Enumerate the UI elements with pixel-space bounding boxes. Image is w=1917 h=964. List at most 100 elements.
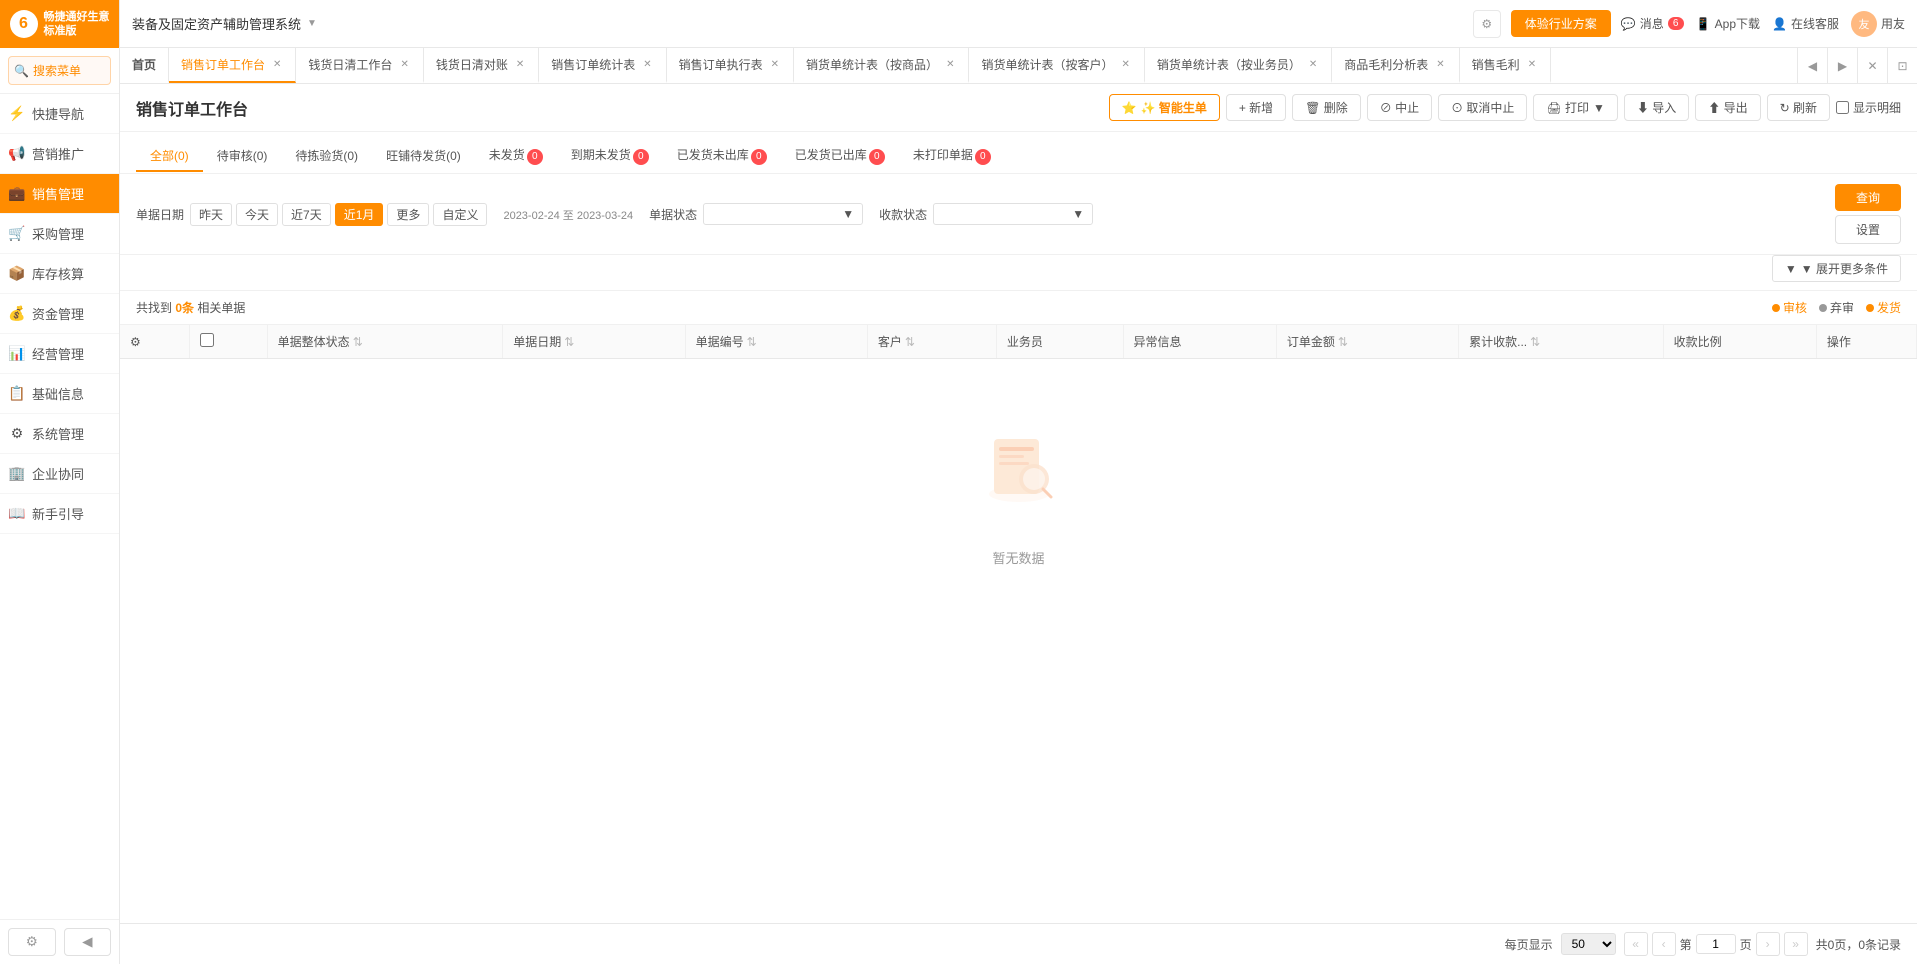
th-number[interactable]: 单据编号⇅	[685, 325, 867, 359]
tab-sales-exec[interactable]: 销售订单执行表✕	[667, 48, 794, 83]
expand-button[interactable]: ▼ ▼ 展开更多条件	[1772, 255, 1901, 282]
tab-close-product-margin[interactable]: ✕	[1434, 58, 1446, 71]
filter-tab-not-shipped[interactable]: 未发货0	[475, 140, 557, 173]
last-page-button[interactable]: »	[1784, 932, 1808, 956]
tab-sales-order[interactable]: 销售订单工作台✕	[169, 48, 296, 83]
filter-tab-all[interactable]: 全部(0)	[136, 141, 203, 172]
column-settings-icon[interactable]: ⚙	[130, 335, 141, 349]
cancel-stop-button[interactable]: ⊙ 取消中止	[1438, 94, 1527, 121]
tab-maximize[interactable]: ⊡	[1887, 48, 1917, 83]
show-detail-label[interactable]: 显示明细	[1836, 99, 1901, 116]
sidebar-item-marketing[interactable]: 📢营销推广	[0, 134, 119, 174]
setting-button[interactable]: 设置	[1835, 215, 1901, 244]
tab-sales-stat-customer[interactable]: 销货单统计表（按客户）✕	[969, 48, 1144, 83]
tab-close-cash-daily[interactable]: ✕	[398, 58, 410, 71]
th-amount[interactable]: 订单金额⇅	[1276, 325, 1458, 359]
add-button[interactable]: + 新增	[1226, 94, 1286, 121]
tab-close-sales-stat-customer[interactable]: ✕	[1119, 58, 1131, 71]
sidebar-item-system[interactable]: ⚙系统管理	[0, 414, 119, 454]
page-size-select[interactable]: 10 20 50 100	[1561, 933, 1616, 955]
sidebar-item-finance[interactable]: 💰资金管理	[0, 294, 119, 334]
tab-cash-check[interactable]: 钱货日清对账✕	[424, 48, 539, 83]
query-button[interactable]: 查询	[1835, 184, 1901, 211]
sidebar-item-purchase[interactable]: 🛒采购管理	[0, 214, 119, 254]
tab-sales-more[interactable]: 销售毛利✕	[1460, 48, 1551, 83]
sidebar-item-inventory[interactable]: 📦库存核算	[0, 254, 119, 294]
th-status[interactable]: 单据整体状态⇅	[267, 325, 503, 359]
tab-sales-stat-product[interactable]: 销货单统计表（按商品）✕	[794, 48, 969, 83]
online-service-button[interactable]: 👤 在线客服	[1772, 15, 1839, 32]
print-button[interactable]: 🖨 打印 ▼	[1533, 94, 1617, 121]
tab-close-sales-order[interactable]: ✕	[271, 58, 283, 71]
filter-tab-pending[interactable]: 待审核(0)	[203, 141, 282, 172]
user-avatar[interactable]: 友 用友	[1851, 11, 1905, 37]
date-btn-更多[interactable]: 更多	[387, 203, 429, 226]
tab-close-all[interactable]: ✕	[1857, 48, 1887, 83]
sort-icon-amount: ⇅	[1338, 335, 1348, 349]
sidebar-item-enterprise[interactable]: 🏢企业协同	[0, 454, 119, 494]
status-select[interactable]: ▼	[703, 203, 863, 225]
smart-order-button[interactable]: ⭐ ✨ 智能生单	[1109, 94, 1220, 121]
date-btn-昨天[interactable]: 昨天	[190, 203, 232, 226]
settings-bottom-button[interactable]: ⚙	[8, 928, 56, 956]
tab-scroll-right[interactable]: ▶	[1827, 48, 1857, 83]
filter-tab-expired-not-shipped[interactable]: 到期未发货0	[557, 140, 663, 173]
tab-close-sales-exec[interactable]: ✕	[769, 58, 781, 71]
stop-button[interactable]: ⊘ 中止	[1367, 94, 1432, 121]
sidebar-item-guide[interactable]: 📖新手引导	[0, 494, 119, 534]
export-button[interactable]: ⬆ 导出	[1695, 94, 1760, 121]
logo-text: 畅捷通好生意 标准版	[44, 10, 110, 39]
filter-tab-not-printed[interactable]: 未打印单据0	[899, 140, 1005, 173]
app-download-button[interactable]: 📱 App下载	[1696, 15, 1760, 32]
th-date[interactable]: 单据日期⇅	[503, 325, 685, 359]
show-detail-checkbox[interactable]	[1836, 101, 1849, 114]
th-collected[interactable]: 累计收款...⇅	[1459, 325, 1664, 359]
date-btn-近1月[interactable]: 近1月	[335, 203, 384, 226]
th-customer[interactable]: 客户⇅	[867, 325, 996, 359]
date-btn-近7天[interactable]: 近7天	[282, 203, 331, 226]
filter-tab-shipped-out[interactable]: 已发货已出库0	[781, 140, 899, 173]
sidebar-item-quick-nav[interactable]: ⚡快捷导航	[0, 94, 119, 134]
approve-action[interactable]: 审核	[1772, 299, 1807, 316]
date-btn-自定义[interactable]: 自定义	[433, 203, 487, 226]
tab-scroll-left[interactable]: ◀	[1797, 48, 1827, 83]
nav-icon-purchase: 🛒	[8, 225, 26, 243]
import-button[interactable]: ⬇ 导入	[1624, 94, 1689, 121]
collapse-button[interactable]: ◀	[64, 928, 112, 956]
filter-tab-label-shipped-out: 已发货已出库	[795, 148, 867, 162]
next-page-button[interactable]: ›	[1756, 932, 1780, 956]
sidebar-item-sales[interactable]: 💼销售管理	[0, 174, 119, 214]
th-checkbox[interactable]	[189, 325, 267, 359]
solution-button[interactable]: 体验行业方案	[1511, 10, 1611, 37]
tab-close-sales-stat[interactable]: ✕	[641, 58, 653, 71]
filter-tab-pending-check[interactable]: 待拣验货(0)	[281, 141, 372, 172]
expand-row: ▼ ▼ 展开更多条件	[120, 255, 1917, 291]
refresh-button[interactable]: ↻ 刷新	[1767, 94, 1830, 121]
tab-sales-stat[interactable]: 销售订单统计表✕	[539, 48, 666, 83]
tab-sales-stat-staff[interactable]: 销货单统计表（按业务员）✕	[1145, 48, 1332, 83]
prev-page-button[interactable]: ‹	[1652, 932, 1676, 956]
sidebar-item-operations[interactable]: 📊经营管理	[0, 334, 119, 374]
sidebar-item-basic[interactable]: 📋基础信息	[0, 374, 119, 414]
tab-close-cash-check[interactable]: ✕	[514, 58, 526, 71]
first-page-button[interactable]: «	[1624, 932, 1648, 956]
tab-home[interactable]: 首页	[120, 48, 169, 83]
ship-action[interactable]: 发货	[1866, 299, 1901, 316]
select-all-checkbox[interactable]	[200, 333, 214, 347]
tab-close-sales-stat-staff[interactable]: ✕	[1307, 58, 1319, 71]
date-btn-今天[interactable]: 今天	[236, 203, 278, 226]
filter-tab-shipped-not-out[interactable]: 已发货未出库0	[663, 140, 781, 173]
filter-tab-wangpu[interactable]: 旺铺待发货(0)	[372, 141, 475, 172]
cancel-action[interactable]: 弃审	[1819, 299, 1854, 316]
message-button[interactable]: 💬 消息 6	[1621, 15, 1684, 32]
delete-button[interactable]: 🗑 删除	[1292, 94, 1361, 121]
tab-close-sales-stat-product[interactable]: ✕	[944, 58, 956, 71]
tabbar: 首页销售订单工作台✕钱货日清工作台✕钱货日清对账✕销售订单统计表✕销售订单执行表…	[120, 48, 1917, 84]
tab-product-margin[interactable]: 商品毛利分析表✕	[1332, 48, 1459, 83]
page-input[interactable]	[1696, 934, 1736, 954]
tab-close-sales-more[interactable]: ✕	[1526, 58, 1538, 71]
search-menu-button[interactable]: 🔍 搜索菜单	[8, 56, 111, 85]
topbar-settings-button[interactable]: ⚙	[1473, 10, 1501, 38]
payment-select[interactable]: ▼	[933, 203, 1093, 225]
tab-cash-daily[interactable]: 钱货日清工作台✕	[296, 48, 423, 83]
